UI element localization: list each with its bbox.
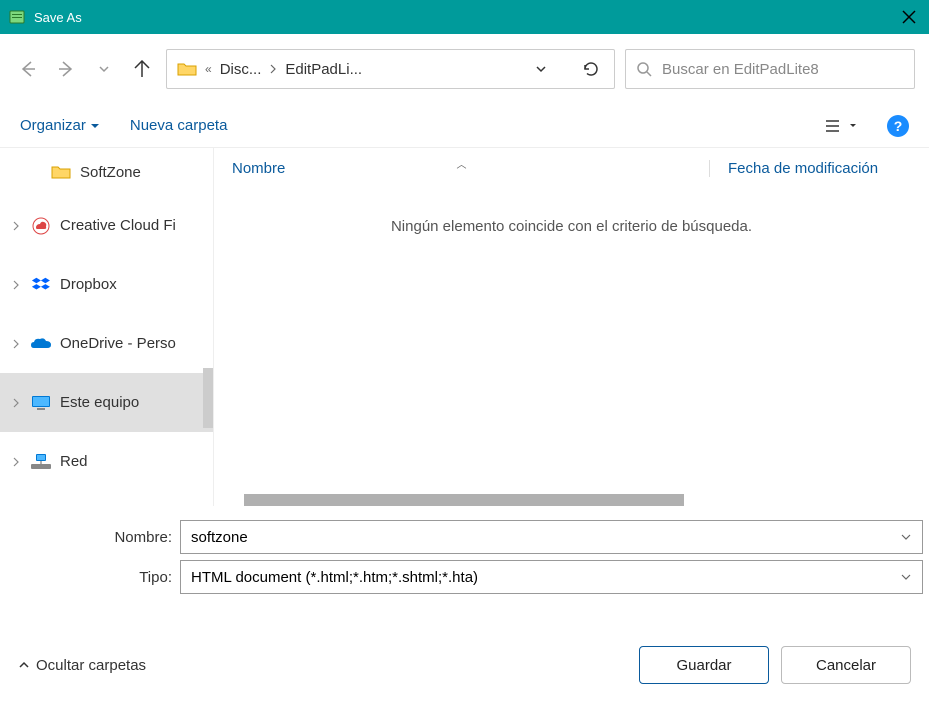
column-date-label: Fecha de modificación <box>728 160 878 177</box>
filename-label: Nombre: <box>0 529 180 546</box>
tree-item-dropbox[interactable]: Dropbox <box>0 255 213 314</box>
search-input[interactable] <box>662 61 904 78</box>
chevron-right-icon <box>12 398 22 408</box>
footer: Ocultar carpetas Guardar Cancelar <box>0 628 929 702</box>
window-title: Save As <box>34 10 897 25</box>
sidebar-scrollbar[interactable] <box>203 368 213 428</box>
empty-message: Ningún elemento coincide con el criterio… <box>214 188 929 235</box>
filetype-value: HTML document (*.html;*.htm;*.shtml;*.ht… <box>191 569 900 586</box>
horizontal-scrollbar[interactable] <box>244 494 899 506</box>
address-dropdown[interactable] <box>530 62 552 76</box>
view-options-button[interactable] <box>825 119 857 133</box>
navbar: « Disc... EditPadLi... <box>0 34 929 104</box>
sort-indicator-icon: ︿ <box>457 156 467 171</box>
onedrive-icon <box>30 334 52 354</box>
tree-label: Este equipo <box>60 394 139 411</box>
body: SoftZone Creative Cloud Fi Dropbox <box>0 148 929 506</box>
save-button[interactable]: Guardar <box>639 646 769 684</box>
tree-label: OneDrive - Perso <box>60 335 176 352</box>
chevron-down-icon[interactable] <box>900 572 912 582</box>
new-folder-button[interactable]: Nueva carpeta <box>130 117 228 134</box>
tree-label: Dropbox <box>60 276 117 293</box>
new-folder-label: Nueva carpeta <box>130 117 228 134</box>
column-date[interactable]: Fecha de modificación <box>709 160 929 177</box>
save-form: Nombre: Tipo: HTML document (*.html;*.ht… <box>0 506 929 614</box>
up-button[interactable] <box>128 55 156 83</box>
creative-cloud-icon <box>30 216 52 236</box>
folder-icon <box>50 162 72 182</box>
filetype-combo[interactable]: HTML document (*.html;*.htm;*.shtml;*.ht… <box>180 560 923 594</box>
app-icon <box>8 8 26 26</box>
breadcrumb-2[interactable]: EditPadLi... <box>285 61 362 78</box>
chevron-up-icon <box>18 660 30 670</box>
chevron-right-icon <box>12 280 22 290</box>
column-headers: ︿ Nombre Fecha de modificación <box>214 148 929 188</box>
help-button[interactable]: ? <box>887 115 909 137</box>
column-name[interactable]: ︿ Nombre <box>214 160 709 177</box>
organize-button[interactable]: Organizar <box>20 117 100 134</box>
filename-combo[interactable] <box>180 520 923 554</box>
chevron-right-icon <box>12 221 22 231</box>
organize-label: Organizar <box>20 117 86 134</box>
this-pc-icon <box>30 393 52 413</box>
dropbox-icon <box>30 275 52 295</box>
chevron-right-icon <box>12 339 22 349</box>
sidebar: SoftZone Creative Cloud Fi Dropbox <box>0 148 213 506</box>
back-button[interactable] <box>14 55 42 83</box>
chevron-right-icon <box>12 457 22 467</box>
chevron-right-icon <box>269 64 277 74</box>
filetype-label: Tipo: <box>0 569 180 586</box>
tree-item-network[interactable]: Red <box>0 432 213 491</box>
tree-item-this-pc[interactable]: Este equipo <box>0 373 213 432</box>
tree-label: Red <box>60 453 88 470</box>
column-name-label: Nombre <box>232 160 285 177</box>
file-list: ︿ Nombre Fecha de modificación Ningún el… <box>213 148 929 506</box>
toolbar: Organizar Nueva carpeta ? <box>0 104 929 148</box>
hide-folders-label: Ocultar carpetas <box>36 657 146 674</box>
tree-label: SoftZone <box>80 164 141 181</box>
tree-item-softzone[interactable]: SoftZone <box>0 148 213 196</box>
cancel-button[interactable]: Cancelar <box>781 646 911 684</box>
chevron-down-icon[interactable] <box>900 532 912 542</box>
tree-item-creative-cloud[interactable]: Creative Cloud Fi <box>0 196 213 255</box>
hide-folders-button[interactable]: Ocultar carpetas <box>18 657 146 674</box>
titlebar: Save As <box>0 0 929 34</box>
breadcrumb-1[interactable]: Disc... <box>220 61 262 78</box>
refresh-button[interactable] <box>578 60 604 78</box>
filename-input[interactable] <box>191 529 900 546</box>
search-icon <box>636 61 652 77</box>
breadcrumb-ellipsis: « <box>205 62 212 76</box>
address-bar[interactable]: « Disc... EditPadLi... <box>166 49 615 89</box>
tree-label: Creative Cloud Fi <box>60 217 176 234</box>
tree-item-onedrive[interactable]: OneDrive - Perso <box>0 314 213 373</box>
search-box[interactable] <box>625 49 915 89</box>
folder-icon <box>177 61 197 77</box>
close-button[interactable] <box>897 5 921 29</box>
forward-button[interactable] <box>52 55 80 83</box>
network-icon <box>30 452 52 472</box>
recent-dropdown[interactable] <box>90 55 118 83</box>
